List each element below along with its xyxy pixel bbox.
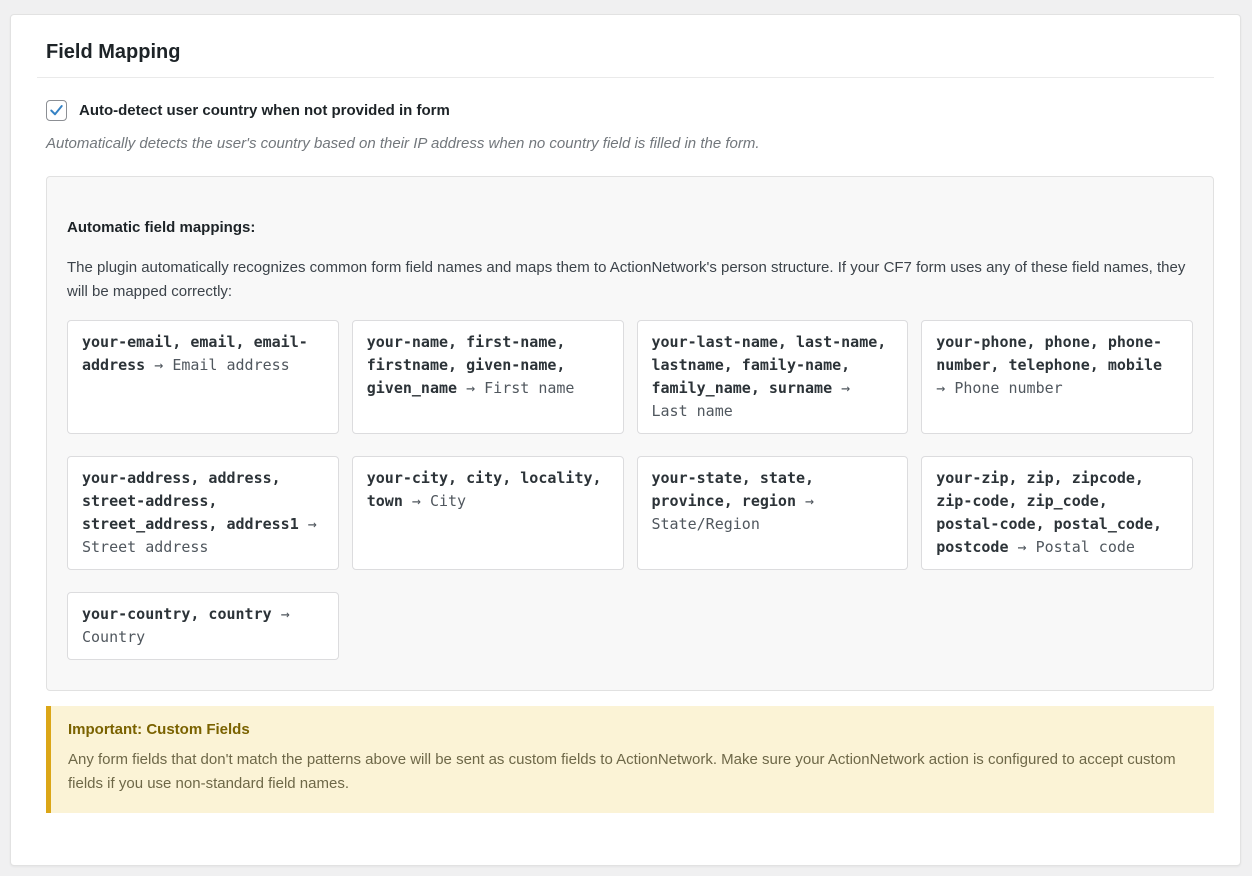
mapping-card-email: your-email, email, email-address → Email… (67, 320, 339, 434)
mapping-source-fields: your-city, city, locality, town (366, 469, 602, 510)
mapping-source-fields: your-state, state, province, region (651, 469, 815, 510)
mapping-target: Email address (172, 356, 290, 374)
mappings-heading: Automatic field mappings: (67, 219, 256, 236)
automatic-mappings-box: Automatic field mappings: The plugin aut… (46, 176, 1214, 691)
page-title: Field Mapping (37, 41, 1214, 78)
notice-title: Important: Custom Fields (68, 721, 250, 738)
field-mapping-panel: Field Mapping Auto-detect user country w… (10, 14, 1241, 866)
arrow-right-icon: → (805, 492, 815, 510)
custom-fields-notice: Important: Custom Fields Any form fields… (46, 706, 1214, 813)
mapping-source-fields: your-last-name, last-name, lastname, fam… (651, 333, 887, 397)
arrow-right-icon: → (936, 379, 946, 397)
arrow-right-icon: → (466, 379, 476, 397)
mapping-target: State/Region (651, 515, 760, 533)
mapping-target: Country (82, 628, 146, 646)
mapping-target: City (429, 492, 467, 510)
mapping-card-country: your-country, country → Country (67, 592, 339, 660)
mapping-card-city: your-city, city, locality, town → City (351, 456, 624, 570)
checkmark-icon (50, 105, 63, 116)
mapping-card-street-address: your-address, address, street-address, s… (67, 456, 339, 570)
mapping-source-fields: your-phone, phone, phone-number, telepho… (936, 333, 1163, 374)
arrow-right-icon: → (307, 515, 317, 533)
arrow-right-icon: → (841, 379, 851, 397)
admin-page: Field Mapping Auto-detect user country w… (0, 0, 1252, 876)
autodetect-country-setting: Auto-detect user country when not provid… (46, 100, 1214, 121)
autodetect-description: Automatically detects the user's country… (46, 135, 760, 152)
arrow-right-icon: → (280, 605, 290, 623)
mappings-intro: The plugin automatically recognizes comm… (67, 259, 1186, 300)
mapping-target: Phone number (954, 379, 1063, 397)
mapping-target: First name (484, 379, 575, 397)
autodetect-country-label[interactable]: Auto-detect user country when not provid… (79, 102, 450, 119)
mapping-card-state-region: your-state, state, province, region → St… (636, 456, 909, 570)
autodetect-country-checkbox[interactable] (46, 100, 67, 121)
mapping-target: Street address (82, 538, 209, 556)
mappings-grid: your-email, email, email-address → Email… (67, 320, 1193, 660)
mapping-card-last-name: your-last-name, last-name, lastname, fam… (636, 320, 909, 434)
mapping-source-fields: your-country, country (82, 605, 272, 623)
arrow-right-icon: → (1017, 538, 1027, 556)
mapping-target: Postal code (1035, 538, 1135, 556)
arrow-right-icon: → (411, 492, 421, 510)
mapping-card-postal-code: your-zip, zip, zipcode, zip-code, zip_co… (921, 456, 1193, 570)
mapping-source-fields: your-address, address, street-address, s… (82, 469, 299, 533)
mapping-target: Last name (651, 402, 733, 420)
mapping-card-phone: your-phone, phone, phone-number, telepho… (921, 320, 1193, 434)
arrow-right-icon: → (154, 356, 164, 374)
notice-body: Any form fields that don't match the pat… (68, 751, 1176, 792)
mapping-card-first-name: your-name, first-name, firstname, given-… (351, 320, 624, 434)
